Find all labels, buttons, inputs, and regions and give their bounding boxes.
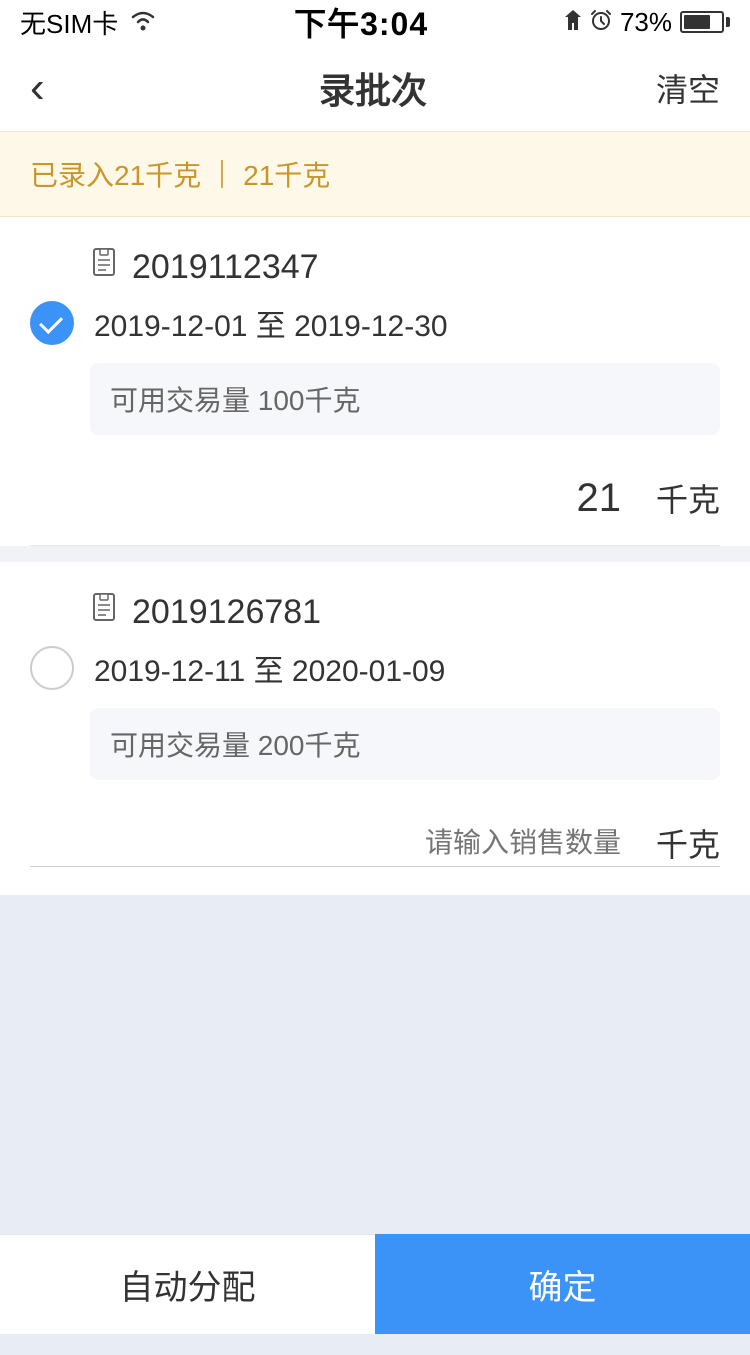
batch-avail-2: 可用交易量 200千克 [110,730,361,761]
batch-amount-input-1[interactable] [516,476,636,521]
confirm-button[interactable]: 确定 [375,1234,750,1334]
batch-doc-icon-1 [90,247,122,287]
batch-amount-input-2[interactable] [30,827,636,859]
batch-unit-2: 千克 [656,820,720,866]
batch-id-row-2: 2019126781 [30,592,720,632]
alarm-icon [590,7,612,38]
wifi-icon [128,7,158,38]
batch-card-2: 2019126781 2019-12-11 至 2020-01-09 可用交易量… [0,562,750,895]
sim-status: 无SIM卡 [20,4,118,41]
batch-amount-row-1: 千克 [30,455,720,546]
status-bar: 无SIM卡 下午3:04 73% [0,0,750,44]
status-time: 下午3:04 [294,0,428,45]
nav-bar: ‹ 录批次 清空 [0,44,750,132]
back-icon: ‹ [30,63,45,113]
recorded-value: 21千克 [243,154,330,194]
batch-date-row-2[interactable]: 2019-12-11 至 2020-01-09 [30,646,720,690]
status-right: 73% [564,7,730,38]
battery-percent: 73% [620,7,672,38]
batch-id-2: 2019126781 [132,593,321,632]
radio-button-1[interactable] [30,301,74,345]
bottom-bar: 自动分配 确定 [0,1234,750,1334]
batch-doc-icon-2 [90,592,122,632]
radio-button-2[interactable] [30,646,74,690]
section-divider [0,546,750,562]
location-icon [564,7,582,38]
battery-icon [680,11,730,33]
batch-id-row-1: 2019112347 [30,247,720,287]
batch-unit-1: 千克 [656,475,720,521]
status-left: 无SIM卡 [20,4,158,41]
page-title: 录批次 [319,62,427,114]
batch-date-1: 2019-12-01 至 2019-12-30 [94,301,448,345]
back-button[interactable]: ‹ [30,63,90,113]
batch-card-1: 2019112347 2019-12-01 至 2019-12-30 可用交易量… [0,217,750,546]
batch-avail-row-2: 可用交易量 200千克 [90,708,720,780]
clear-button[interactable]: 清空 [656,65,720,111]
auto-distribute-button[interactable]: 自动分配 [0,1234,375,1334]
batch-avail-1: 可用交易量 100千克 [110,385,361,416]
batch-date-2: 2019-12-11 至 2020-01-09 [94,646,445,690]
recorded-label: 已录入21千克 [30,154,201,194]
info-banner: 已录入21千克 21千克 [0,132,750,217]
batch-id-1: 2019112347 [132,248,319,287]
batch-amount-row-2: 千克 [30,800,720,867]
batch-date-row-1[interactable]: 2019-12-01 至 2019-12-30 [30,301,720,345]
batch-avail-row-1: 可用交易量 100千克 [90,363,720,435]
banner-divider [221,160,223,188]
